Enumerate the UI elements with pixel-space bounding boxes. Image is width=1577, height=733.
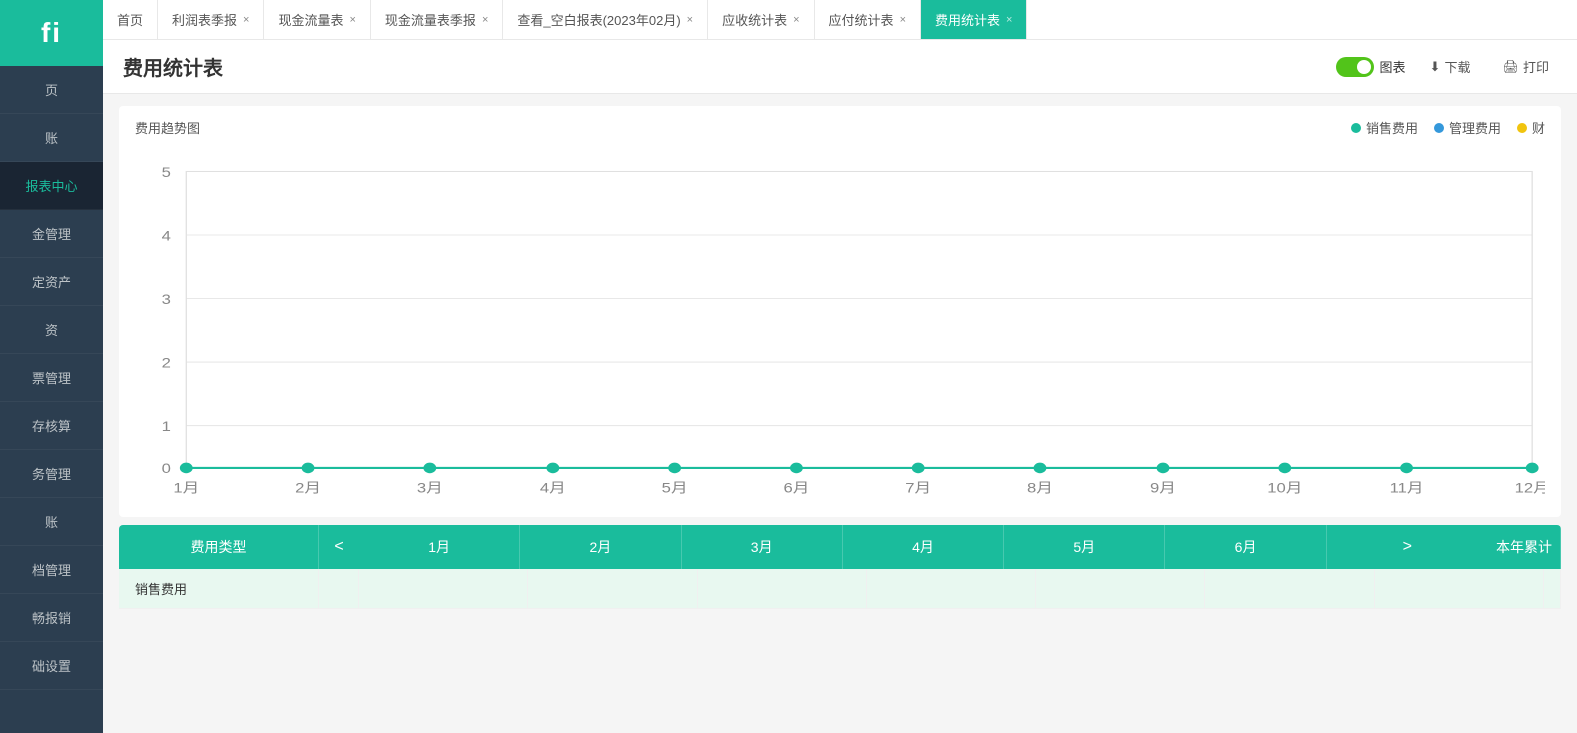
col-feb: 2月 <box>520 525 681 569</box>
chart-toggle-label: 图表 <box>1380 57 1406 76</box>
col-ytd: 本年累计 <box>1488 525 1561 569</box>
tab-close-cashflow-quarterly[interactable]: × <box>482 14 488 26</box>
row-ytd <box>1544 569 1561 608</box>
svg-text:8月: 8月 <box>1027 481 1053 496</box>
svg-text:5月: 5月 <box>662 481 688 496</box>
tab-close-profit-quarterly[interactable]: × <box>243 14 249 26</box>
svg-text:2月: 2月 <box>295 481 321 496</box>
row-mar <box>698 569 867 608</box>
tab-close-payable[interactable]: × <box>900 14 906 26</box>
svg-text:9月: 9月 <box>1150 481 1176 496</box>
tab-bar: 首页 利润表季报 × 现金流量表 × 现金流量表季报 × 查看_空白报表(202… <box>103 0 1577 40</box>
sidebar-item-home[interactable]: 页 <box>0 66 103 114</box>
col-mar: 3月 <box>682 525 843 569</box>
legend-dot-sales <box>1351 123 1361 133</box>
svg-text:4月: 4月 <box>540 481 566 496</box>
print-button[interactable]: 🖨 打印 <box>1494 53 1557 80</box>
svg-text:5: 5 <box>162 165 171 180</box>
tab-close-expense-stat[interactable]: × <box>1006 14 1012 26</box>
row-apr <box>867 569 1036 608</box>
col-jan: 1月 <box>359 525 520 569</box>
sidebar-item-settings[interactable]: 础设置 <box>0 642 103 690</box>
row-type-sales: 销售费用 <box>119 569 319 608</box>
row-may <box>1036 569 1205 608</box>
tab-expense-stat[interactable]: 费用统计表 × <box>921 0 1027 39</box>
header-actions: 图表 ⬇ 下载 🖨 打印 <box>1336 53 1557 80</box>
svg-text:0: 0 <box>162 462 171 477</box>
svg-text:1: 1 <box>162 419 171 434</box>
sidebar-item-expense[interactable]: 畅报销 <box>0 594 103 642</box>
download-button[interactable]: ⬇ 下载 <box>1422 53 1479 80</box>
tab-receivable[interactable]: 应收统计表 × <box>708 0 814 39</box>
svg-text:10月: 10月 <box>1267 481 1302 496</box>
table-row: 销售费用 <box>119 569 1561 609</box>
col-may: 5月 <box>1004 525 1165 569</box>
svg-text:7月: 7月 <box>905 481 931 496</box>
svg-text:3: 3 <box>162 292 171 307</box>
chart-title: 费用趋势图 <box>135 118 200 137</box>
col-apr: 4月 <box>843 525 1004 569</box>
tab-home[interactable]: 首页 <box>103 0 158 39</box>
tab-close-receivable[interactable]: × <box>793 14 799 26</box>
app-logo: fi <box>0 0 103 66</box>
sidebar-item-invoice[interactable]: 票管理 <box>0 354 103 402</box>
chart-toggle[interactable] <box>1336 57 1374 77</box>
row-nav-placeholder2 <box>1375 569 1544 608</box>
tab-profit-quarterly[interactable]: 利润表季报 × <box>158 0 264 39</box>
sidebar-item-service[interactable]: 务管理 <box>0 450 103 498</box>
tab-payable[interactable]: 应付统计表 × <box>815 0 921 39</box>
legend-finance: 财 <box>1517 118 1545 137</box>
tab-cashflow[interactable]: 现金流量表 × <box>264 0 370 39</box>
sidebar: fi 页 账 报表中心 金管理 定资产 资 票管理 存核算 务管理 账 档管理 … <box>0 0 103 733</box>
table-section: 费用类型 < 1月 2月 3月 4月 5月 6月 > 本年累计 销售费用 <box>119 525 1561 609</box>
table-header: 费用类型 < 1月 2月 3月 4月 5月 6月 > 本年累计 <box>119 525 1561 569</box>
sidebar-item-ledger[interactable]: 账 <box>0 498 103 546</box>
main-area: 首页 利润表季报 × 现金流量表 × 现金流量表季报 × 查看_空白报表(202… <box>103 0 1577 733</box>
chart-section: 费用趋势图 销售费用 管理费用 财 <box>119 106 1561 517</box>
tab-cashflow-quarterly[interactable]: 现金流量表季报 × <box>371 0 503 39</box>
page-title: 费用统计表 <box>123 52 223 81</box>
chart-header: 费用趋势图 销售费用 管理费用 财 <box>135 118 1545 137</box>
legend-sales: 销售费用 <box>1351 118 1418 137</box>
sidebar-item-report[interactable]: 报表中心 <box>0 162 103 210</box>
svg-text:2: 2 <box>162 356 171 371</box>
tab-close-blank-report[interactable]: × <box>687 14 693 26</box>
table-body: 销售费用 <box>119 569 1561 609</box>
nav-next-button[interactable]: > <box>1327 525 1488 569</box>
chart-svg: 5 4 3 2 1 0 <box>135 145 1545 505</box>
legend-dot-admin <box>1434 123 1444 133</box>
nav-prev-button[interactable]: < <box>319 525 359 569</box>
page-header: 费用统计表 图表 ⬇ 下载 🖨 打印 <box>103 40 1577 94</box>
svg-text:4: 4 <box>162 229 172 244</box>
print-icon: 🖨 <box>1502 59 1519 75</box>
row-nav-placeholder <box>319 569 359 608</box>
svg-text:6月: 6月 <box>783 481 809 496</box>
row-jan <box>359 569 528 608</box>
sidebar-item-file[interactable]: 档管理 <box>0 546 103 594</box>
row-feb <box>528 569 697 608</box>
row-jun <box>1205 569 1374 608</box>
sidebar-item-account[interactable]: 账 <box>0 114 103 162</box>
svg-text:1月: 1月 <box>173 481 199 496</box>
chart-toggle-wrap: 图表 <box>1336 57 1406 77</box>
sidebar-item-fund[interactable]: 金管理 <box>0 210 103 258</box>
tab-close-cashflow[interactable]: × <box>349 14 355 26</box>
chart-container: 5 4 3 2 1 0 <box>135 145 1545 505</box>
chart-legend: 销售费用 管理费用 财 <box>1351 118 1545 137</box>
col-jun: 6月 <box>1165 525 1326 569</box>
legend-admin: 管理费用 <box>1434 118 1501 137</box>
svg-text:12月: 12月 <box>1515 481 1545 496</box>
sidebar-item-stock[interactable]: 存核算 <box>0 402 103 450</box>
sidebar-item-investment[interactable]: 资 <box>0 306 103 354</box>
content-area: 费用统计表 图表 ⬇ 下载 🖨 打印 费用趋势图 <box>103 40 1577 733</box>
download-icon: ⬇ <box>1430 59 1441 75</box>
legend-dot-finance <box>1517 123 1527 133</box>
svg-text:3月: 3月 <box>417 481 443 496</box>
svg-text:11月: 11月 <box>1390 481 1424 496</box>
col-type: 费用类型 <box>119 525 319 569</box>
sidebar-item-fixed-asset[interactable]: 定资产 <box>0 258 103 306</box>
tab-blank-report[interactable]: 查看_空白报表(2023年02月) × <box>503 0 708 39</box>
